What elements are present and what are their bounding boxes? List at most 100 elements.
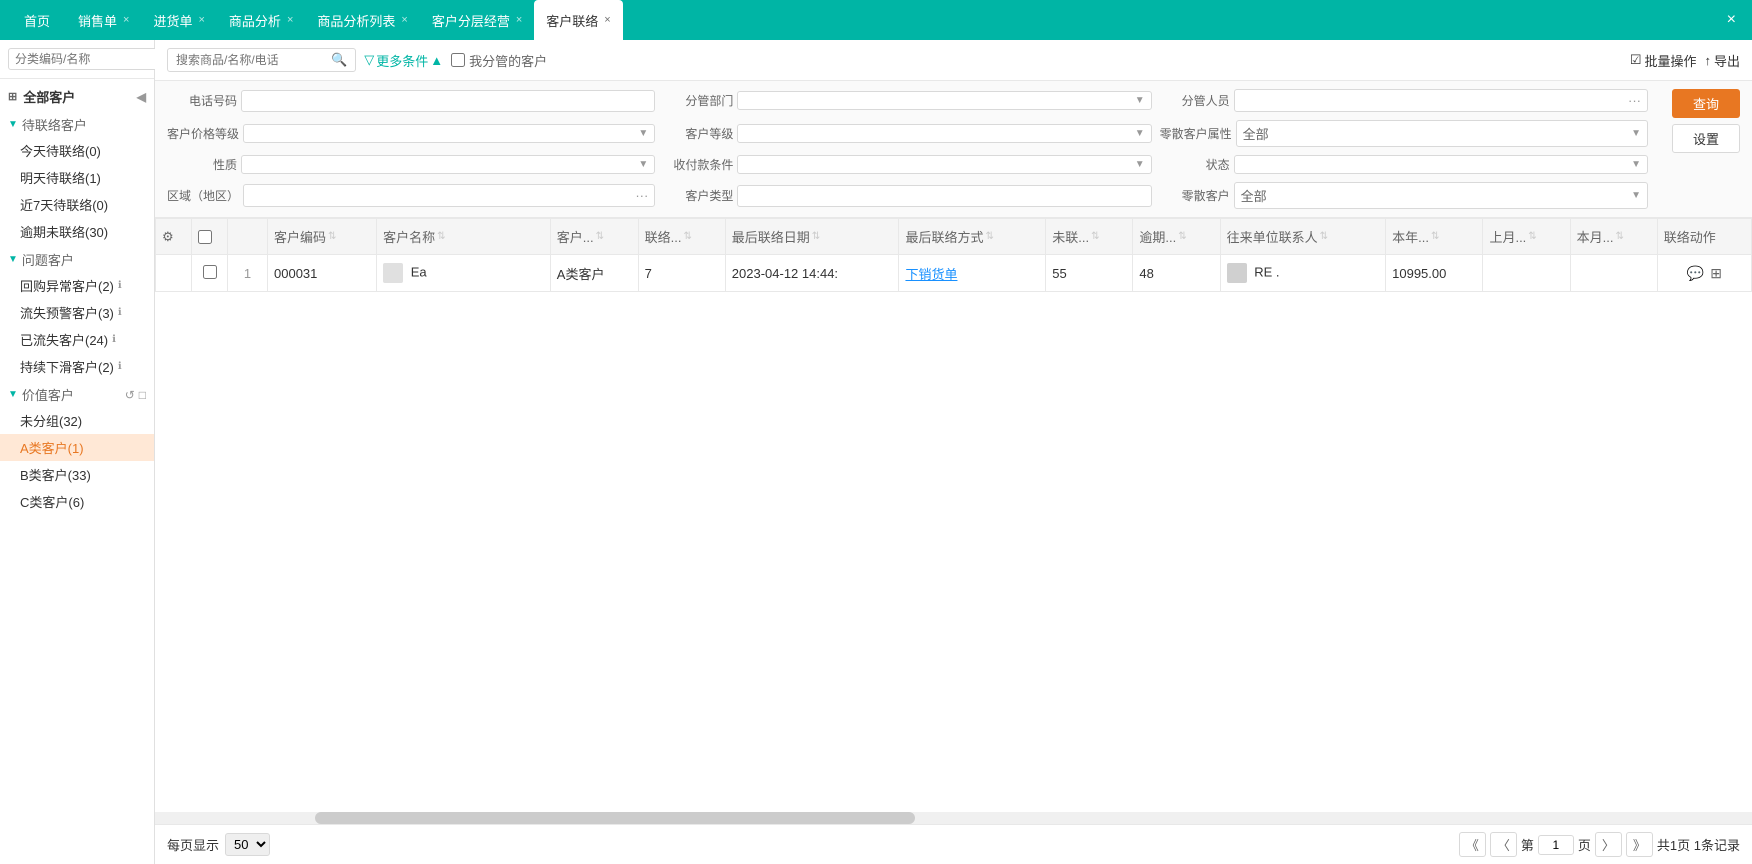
nav-tab-purchase[interactable]: 进货单 × (141, 0, 216, 40)
sidebar-item-repurchase[interactable]: 回购异常客户(2) ℹ (0, 272, 154, 299)
nav-home[interactable]: 首页 (8, 0, 66, 40)
nav-tab-analysis[interactable]: 商品分析 × (217, 0, 305, 40)
th-last-method[interactable]: 最后联络方式 ⇅ (899, 219, 1046, 255)
status-label: 状态 (1160, 156, 1230, 173)
status-select[interactable]: ▼ (1234, 155, 1648, 174)
retail-select[interactable]: 全部 ▼ (1234, 182, 1648, 209)
person-input[interactable]: ··· (1234, 89, 1648, 112)
batch-icon: ☑ (1630, 52, 1642, 68)
setting-btn[interactable]: 设置 (1672, 124, 1740, 153)
select-all-checkbox[interactable] (198, 230, 212, 244)
value-refresh-icon[interactable]: ↺ (125, 388, 135, 402)
th-last-date[interactable]: 最后联络日期 ⇅ (725, 219, 899, 255)
th-name[interactable]: 客户名称 ⇅ (377, 219, 551, 255)
my-customers-checkbox[interactable] (451, 53, 465, 67)
chat-icon[interactable]: 💬 (1687, 265, 1704, 282)
td-row-actions: 💬 ⊞ (1657, 255, 1751, 292)
page-number-input[interactable] (1538, 835, 1574, 855)
qr-icon[interactable]: ⊞ (1710, 265, 1722, 282)
last-page-btn[interactable]: 》 (1626, 832, 1653, 857)
value-group-actions: ↺ □ (125, 388, 146, 402)
grid-icon: ⊞ (8, 90, 17, 103)
th-overdue[interactable]: 逾期... ⇅ (1133, 219, 1220, 255)
sidebar-pending-group[interactable]: ▼ 待联络客户 (0, 110, 154, 137)
tab-close-customer-tier[interactable]: × (516, 14, 522, 26)
row-checkbox[interactable] (203, 265, 217, 279)
customer-type-label: 客户类型 (663, 187, 733, 204)
sidebar-item-declining[interactable]: 持续下滑客户(2) ℹ (0, 353, 154, 380)
nav-tab-customer-tier[interactable]: 客户分层经营 × (420, 0, 534, 40)
value-group-label: 价值客户 (22, 385, 74, 404)
scrollbar-thumb[interactable] (315, 812, 915, 824)
sidebar-item-tomorrow[interactable]: 明天待联络(1) (0, 164, 154, 191)
bottom-bar: 每页显示 50 《 〈 第 页 〉 》 共1页 1条记录 (155, 824, 1752, 864)
page-size-select[interactable]: 50 (225, 833, 270, 856)
sidebar-search-input[interactable] (8, 48, 177, 70)
export-btn[interactable]: ↑ 导出 (1704, 51, 1740, 70)
pending-group-label: 待联络客户 (22, 115, 87, 134)
th-checkbox[interactable] (192, 219, 228, 255)
sidebar-item-unclassified[interactable]: 未分组(32) (0, 407, 154, 434)
home-label: 首页 (24, 11, 50, 30)
dept-select[interactable]: ▼ (737, 91, 1151, 110)
td-last-method[interactable]: 下销货单 (899, 255, 1046, 292)
nav-tab-customer-contact[interactable]: 客户联络 × (534, 0, 622, 40)
th-contact-count[interactable]: 联络... ⇅ (638, 219, 725, 255)
nav-tab-analysis-list[interactable]: 商品分析列表 × (305, 0, 419, 40)
sidebar-item-today[interactable]: 今天待联络(0) (0, 137, 154, 164)
payment-select[interactable]: ▼ (737, 155, 1151, 174)
tab-close-analysis[interactable]: × (287, 14, 293, 26)
th-code[interactable]: 客户编码 ⇅ (268, 219, 377, 255)
first-page-btn[interactable]: 《 (1459, 832, 1486, 857)
horizontal-scrollbar[interactable] (155, 812, 1752, 824)
sidebar-item-c-class[interactable]: C类客户(6) (0, 488, 154, 515)
region-input[interactable]: ··· (243, 184, 655, 207)
th-gear[interactable]: ⚙ (156, 219, 192, 255)
more-filters-btn[interactable]: ▽ 更多条件 ▲ (364, 51, 443, 70)
my-customers-filter: 我分管的客户 (451, 51, 547, 70)
customer-type-input[interactable] (737, 185, 1151, 207)
sidebar-all-customers[interactable]: ⊞ 全部客户 ◀ (0, 79, 154, 110)
my-customers-label: 我分管的客户 (469, 51, 547, 70)
sidebar-item-lost[interactable]: 已流失客户(24) ℹ (0, 326, 154, 353)
info-icon-declining: ℹ (118, 361, 122, 372)
td-this-month (1570, 255, 1657, 292)
sidebar-item-loss-warning[interactable]: 流失预警客户(3) ℹ (0, 299, 154, 326)
sidebar-item-overdue[interactable]: 逾期未联络(30) (0, 218, 154, 245)
prev-page-btn[interactable]: 〈 (1490, 832, 1517, 857)
tab-close-sales[interactable]: × (123, 14, 129, 26)
sidebar-collapse-btn[interactable]: ◀ (137, 90, 146, 104)
sidebar-item-a-class[interactable]: A类客户(1) (0, 434, 154, 461)
nature-select[interactable]: ▼ (241, 155, 655, 174)
tab-close-purchase[interactable]: × (198, 14, 204, 26)
sidebar-search-area: 🔍 (0, 40, 154, 79)
value-arrow[interactable]: ▼ (8, 389, 18, 400)
price-level-select[interactable]: ▼ (243, 124, 655, 143)
customer-level-select[interactable]: ▼ (737, 124, 1151, 143)
retail-attr-select[interactable]: 全部 ▼ (1236, 120, 1648, 147)
filter-search-input[interactable] (176, 53, 331, 67)
next-page-btn[interactable]: 〉 (1595, 832, 1622, 857)
filter-search-icon[interactable]: 🔍 (331, 52, 347, 68)
phone-input[interactable] (241, 90, 655, 112)
th-type[interactable]: 客户... ⇅ (550, 219, 638, 255)
tab-close-customer-contact[interactable]: × (604, 14, 610, 26)
td-checkbox[interactable] (192, 255, 228, 292)
nav-tab-sales[interactable]: 销售单 × (66, 0, 141, 40)
value-add-icon[interactable]: □ (139, 388, 146, 402)
query-btn[interactable]: 查询 (1672, 89, 1740, 118)
batch-op-btn[interactable]: ☑ 批量操作 (1630, 51, 1697, 70)
th-code-label: 客户编码 (274, 227, 326, 246)
th-unit-contact[interactable]: 往来单位联系人 ⇅ (1220, 219, 1386, 255)
tab-close-analysis-list[interactable]: × (401, 14, 407, 26)
th-last-month[interactable]: 上月... ⇅ (1483, 219, 1570, 255)
sidebar-problem-group[interactable]: ▼ 问题客户 (0, 245, 154, 272)
th-last-method-label: 最后联络方式 (905, 227, 983, 246)
close-all-btn[interactable]: × (1719, 11, 1744, 29)
sidebar-item-7days[interactable]: 近7天待联络(0) (0, 191, 154, 218)
th-this-month[interactable]: 本月... ⇅ (1570, 219, 1657, 255)
th-no-contact[interactable]: 未联... ⇅ (1046, 219, 1133, 255)
c-class-label: C类客户(6) (20, 492, 84, 511)
sidebar-item-b-class[interactable]: B类客户(33) (0, 461, 154, 488)
th-this-year[interactable]: 本年... ⇅ (1386, 219, 1483, 255)
